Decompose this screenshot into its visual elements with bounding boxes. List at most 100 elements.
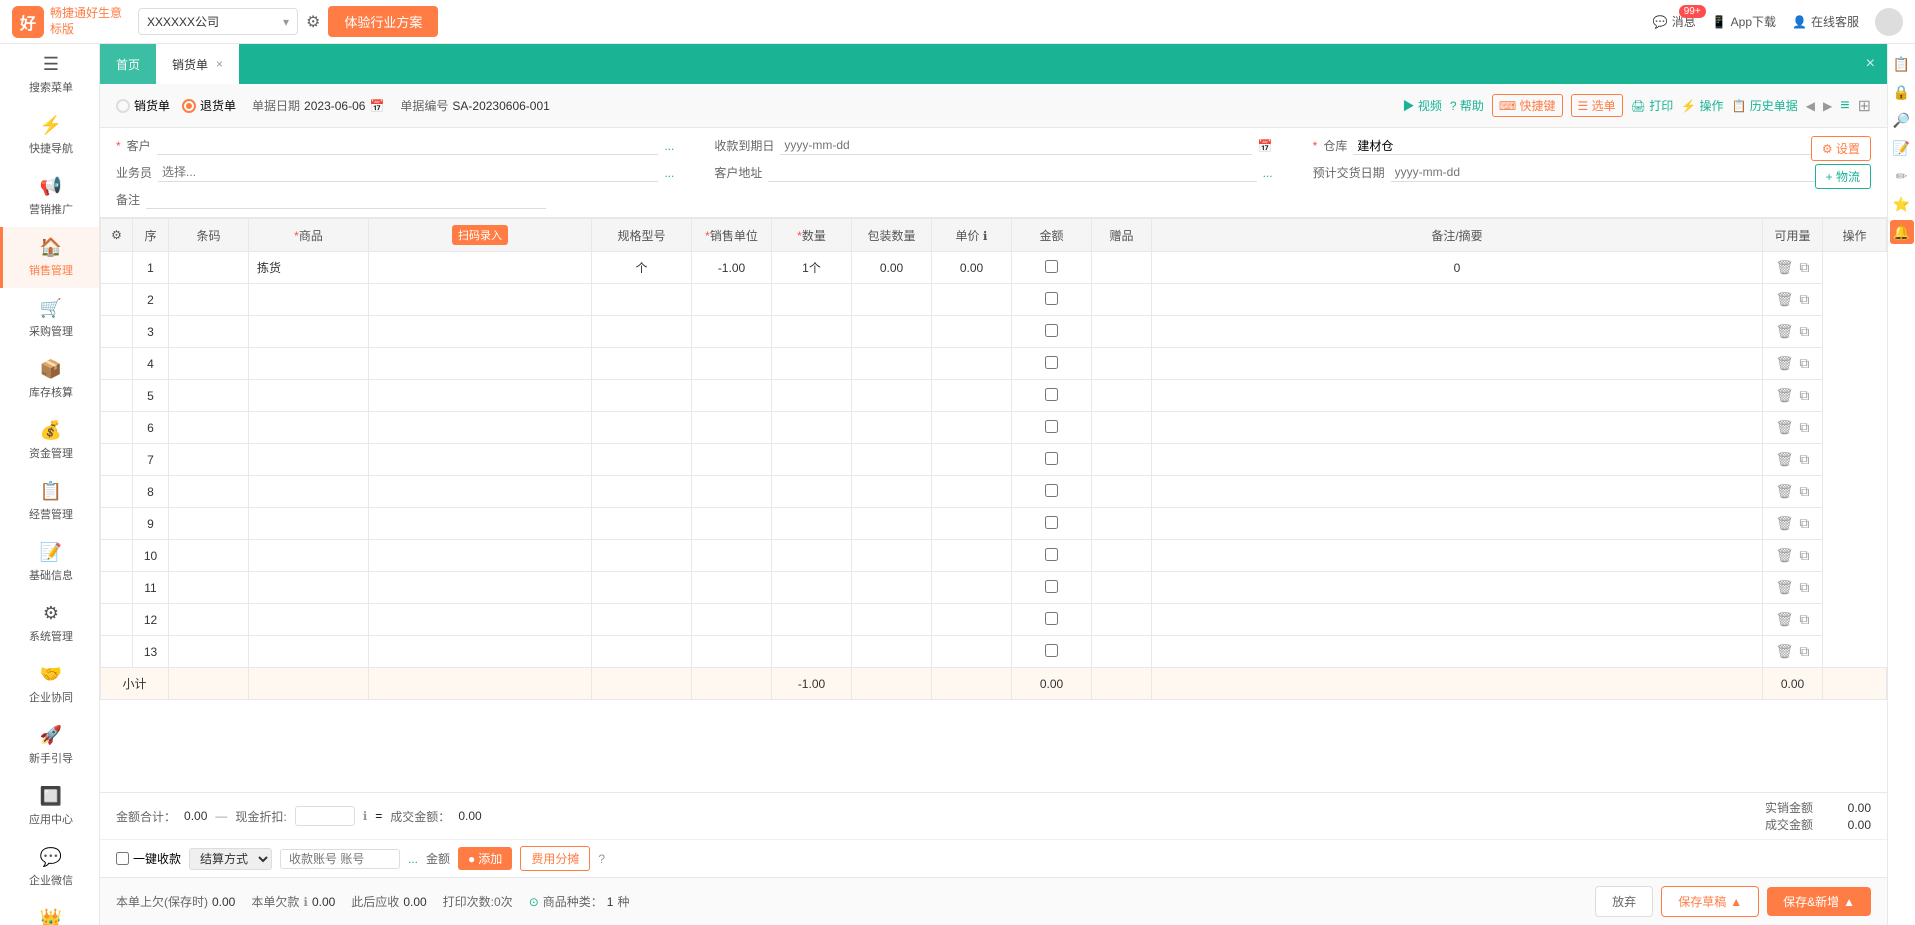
account-dots[interactable]: ... (408, 852, 418, 866)
customer-addr-dots[interactable]: ... (1263, 166, 1273, 180)
help-btn[interactable]: ? 帮助 (1450, 97, 1484, 114)
shortcut-btn[interactable]: ⌨ 快捷键 (1492, 94, 1563, 117)
sidebar-item-wecom[interactable]: 💬 企业微信 (0, 837, 99, 898)
copy-icon[interactable]: ⧉ (1799, 483, 1809, 500)
row-spec[interactable] (369, 380, 592, 412)
copy-icon[interactable]: ⧉ (1799, 451, 1809, 468)
settings-icon[interactable]: ⚙ (306, 12, 320, 32)
row-spec[interactable] (369, 604, 592, 636)
row-product[interactable] (249, 316, 369, 348)
settings-button[interactable]: ⚙ 设置 (1811, 136, 1871, 161)
copy-icon[interactable]: ⧉ (1799, 547, 1809, 564)
expense-split-button[interactable]: 费用分摊 (520, 846, 590, 871)
row-price[interactable] (852, 284, 932, 316)
row-gift[interactable] (1012, 636, 1092, 668)
one-click-payment-checkbox[interactable]: 一键收款 (116, 850, 181, 867)
row-product[interactable] (249, 636, 369, 668)
row-spec[interactable] (369, 348, 592, 380)
delete-icon[interactable]: 🗑 (1776, 387, 1794, 404)
row-product[interactable] (249, 348, 369, 380)
row-remark[interactable] (1092, 284, 1152, 316)
row-gift[interactable] (1012, 380, 1092, 412)
close-all-tabs-button[interactable]: × (1854, 55, 1887, 73)
row-gift[interactable] (1012, 412, 1092, 444)
due-date-input[interactable] (780, 136, 1251, 155)
radio-sales[interactable]: 销货单 (116, 97, 170, 114)
sidebar-item-search[interactable]: ☰ 搜索菜单 (0, 44, 99, 105)
sidebar-item-quick[interactable]: ⚡ 快捷导航 (0, 105, 99, 166)
due-date-calendar-icon[interactable]: 📅 (1258, 139, 1273, 153)
copy-icon[interactable]: ⧉ (1799, 259, 1809, 276)
sidebar-item-purchase[interactable]: 🛒 采购管理 (0, 288, 99, 349)
row-remark[interactable] (1092, 604, 1152, 636)
delete-icon[interactable]: 🗑 (1776, 611, 1794, 628)
delete-icon[interactable]: 🗑 (1776, 451, 1794, 468)
row-gift[interactable] (1012, 572, 1092, 604)
row-product[interactable] (249, 444, 369, 476)
row-price[interactable] (852, 540, 932, 572)
copy-icon[interactable]: ⧉ (1799, 291, 1809, 308)
row-gift[interactable] (1012, 348, 1092, 380)
row-price[interactable] (852, 572, 932, 604)
sidebar-item-inventory[interactable]: 📦 库存核算 (0, 349, 99, 410)
row-qty[interactable] (692, 604, 772, 636)
row-product[interactable] (249, 540, 369, 572)
print-btn[interactable]: 🖨 打印 (1631, 97, 1674, 114)
row-qty[interactable] (692, 508, 772, 540)
row-remark[interactable] (1092, 636, 1152, 668)
delete-icon[interactable]: 🗑 (1776, 419, 1794, 436)
tab-home[interactable]: 首页 (100, 44, 156, 84)
delete-icon[interactable]: 🗑 (1776, 643, 1794, 660)
row-qty[interactable] (692, 284, 772, 316)
delete-icon[interactable]: 🗑 (1776, 515, 1794, 532)
sidebar-item-system[interactable]: ⚙ 系统管理 (0, 593, 99, 654)
copy-icon[interactable]: ⧉ (1799, 419, 1809, 436)
delete-icon[interactable]: 🗑 (1776, 483, 1794, 500)
copy-icon[interactable]: ⧉ (1799, 323, 1809, 340)
row-qty[interactable] (692, 476, 772, 508)
row-price[interactable] (852, 604, 932, 636)
row-price[interactable] (852, 508, 932, 540)
row-qty[interactable]: -1.00 (692, 252, 772, 284)
row-gift[interactable] (1012, 476, 1092, 508)
row-barcode[interactable] (169, 252, 249, 284)
video-btn[interactable]: ▶ 视频 (1403, 97, 1442, 114)
row-qty[interactable] (692, 380, 772, 412)
row-remark[interactable] (1092, 476, 1152, 508)
right-icon-edit[interactable]: 📝 (1890, 136, 1914, 160)
row-barcode[interactable] (169, 572, 249, 604)
row-price[interactable] (852, 412, 932, 444)
right-icon-search[interactable]: 🔎 (1890, 108, 1914, 132)
save-new-button[interactable]: 保存&新增 ▲ (1767, 887, 1871, 916)
sidebar-item-guide[interactable]: 🚀 新手引导 (0, 715, 99, 776)
row-barcode[interactable] (169, 412, 249, 444)
row-remark[interactable] (1092, 348, 1152, 380)
copy-icon[interactable]: ⧉ (1799, 611, 1809, 628)
save-draft-button[interactable]: 保存草稿 ▲ (1661, 886, 1759, 917)
row-remark[interactable] (1092, 412, 1152, 444)
copy-icon[interactable]: ⧉ (1799, 579, 1809, 596)
remarks-input[interactable] (146, 190, 546, 209)
sidebar-item-basic[interactable]: 📝 基础信息 (0, 532, 99, 593)
account-input[interactable] (280, 849, 400, 869)
row-barcode[interactable] (169, 380, 249, 412)
row-gift[interactable] (1012, 316, 1092, 348)
trial-button[interactable]: 体验行业方案 (328, 6, 438, 37)
expected-date-input[interactable] (1391, 163, 1850, 182)
messages-button[interactable]: 💬 消息 99+ (1653, 13, 1696, 30)
row-product[interactable] (249, 604, 369, 636)
select-btn[interactable]: ☰ 选单 (1571, 94, 1623, 117)
row-price[interactable]: 0.00 (852, 252, 932, 284)
row-remark[interactable] (1092, 252, 1152, 284)
row-barcode[interactable] (169, 508, 249, 540)
row-remark[interactable] (1092, 508, 1152, 540)
grid-view-icon[interactable]: ⊞ (1858, 96, 1871, 116)
row-product[interactable] (249, 508, 369, 540)
row-spec[interactable] (369, 540, 592, 572)
right-icon-lock[interactable]: 🔒 (1890, 80, 1914, 104)
row-product[interactable] (249, 284, 369, 316)
calc-method-select[interactable]: 结算方式 (189, 848, 272, 870)
abandon-button[interactable]: 放弃 (1595, 886, 1653, 917)
row-price[interactable] (852, 316, 932, 348)
row-spec[interactable] (369, 476, 592, 508)
